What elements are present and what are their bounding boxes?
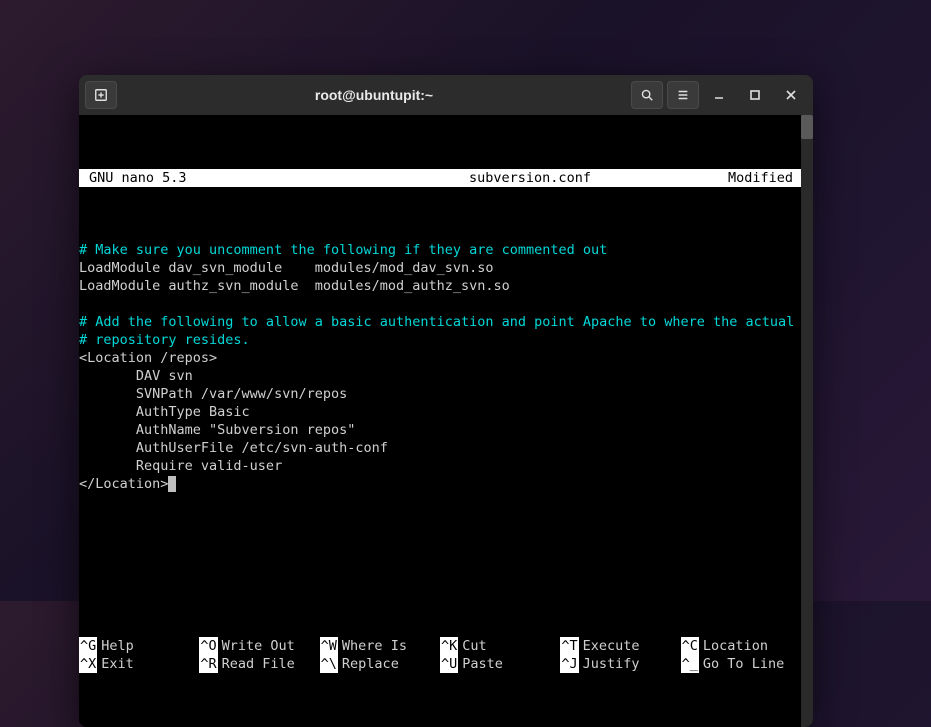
menu-button[interactable]: [667, 81, 699, 109]
shortcut-label: Help: [101, 637, 134, 655]
terminal-body: GNU nano 5.3 subversion.conf Modified # …: [79, 115, 813, 727]
minimize-button[interactable]: [703, 81, 735, 109]
shortcut-label: Exit: [101, 655, 134, 673]
shortcut-item: ^UPaste: [440, 655, 560, 673]
shortcut-item: ^XExit: [79, 655, 199, 673]
shortcut-item: ^KCut: [440, 637, 560, 655]
shortcut-item: ^R Read File: [199, 655, 319, 673]
shortcut-key: ^U: [440, 655, 458, 673]
shortcut-label: Justify: [583, 655, 640, 673]
shortcut-label: Where Is: [342, 637, 407, 655]
nano-filename: subversion.conf: [381, 169, 679, 187]
shortcut-item: ^J Justify: [560, 655, 680, 673]
shortcut-key: ^X: [79, 655, 97, 673]
shortcut-key: ^J: [560, 655, 578, 673]
editor-line: Require valid-user: [79, 457, 801, 475]
shortcut-key: ^O: [199, 637, 217, 655]
shortcut-key: ^C: [681, 637, 699, 655]
editor-line: # Add the following to allow a basic aut…: [79, 313, 801, 331]
terminal-window: root@ubuntupit:~: [79, 75, 813, 727]
shortcut-item: ^T Execute: [560, 637, 680, 655]
editor-line: [79, 295, 801, 313]
nano-shortcut-bar: ^GHelp^OWrite Out^WWhere Is^KCut^TExecut…: [79, 637, 801, 673]
titlebar: root@ubuntupit:~: [79, 75, 813, 115]
editor-line: [79, 547, 801, 565]
scrollbar-thumb[interactable]: [801, 115, 813, 139]
shortcut-item: ^\Replace: [320, 655, 440, 673]
shortcut-key: ^K: [440, 637, 458, 655]
shortcut-key: ^T: [560, 637, 578, 655]
shortcut-label: Write Out: [222, 637, 295, 655]
shortcut-key: ^G: [79, 637, 97, 655]
close-button[interactable]: [775, 81, 807, 109]
shortcut-item: ^O Write Out: [199, 637, 319, 655]
editor-line: [79, 529, 801, 547]
shortcut-label: Read File: [222, 655, 295, 673]
shortcut-item: ^GHelp: [79, 637, 199, 655]
nano-state: Modified: [679, 169, 799, 187]
search-button[interactable]: [631, 81, 663, 109]
shortcut-item: ^WWhere Is: [320, 637, 440, 655]
shortcut-label: Execute: [583, 637, 640, 655]
editor-line: # repository resides.: [79, 331, 801, 349]
editor-line: AuthName "Subversion repos": [79, 421, 801, 439]
nano-app-name: GNU nano 5.3: [81, 169, 381, 187]
shortcut-label: Paste: [462, 655, 503, 673]
window-title: root@ubuntupit:~: [117, 87, 631, 103]
shortcut-key: ^R: [199, 655, 217, 673]
scrollbar[interactable]: [801, 115, 813, 727]
shortcut-item: ^_Go To Line: [681, 655, 801, 673]
editor-line: <Location /repos>: [79, 349, 801, 367]
editor-line: AuthType Basic: [79, 403, 801, 421]
editor-line: </Location>: [79, 475, 801, 493]
editor-line: LoadModule authz_svn_module modules/mod_…: [79, 277, 801, 295]
shortcut-label: Location: [703, 637, 768, 655]
shortcut-key: ^\: [320, 655, 338, 673]
shortcut-label: Cut: [462, 637, 486, 655]
editor-line: [79, 493, 801, 511]
editor-line: SVNPath /var/www/svn/repos: [79, 385, 801, 403]
editor-line: [79, 511, 801, 529]
editor-line: DAV svn: [79, 367, 801, 385]
shortcut-item: ^CLocation: [681, 637, 801, 655]
shortcut-key: ^W: [320, 637, 338, 655]
new-tab-button[interactable]: [85, 81, 117, 109]
shortcut-label: Replace: [342, 655, 399, 673]
cursor: [168, 476, 176, 492]
editor-line: [79, 565, 801, 583]
shortcut-key: ^_: [681, 655, 699, 673]
editor-line: LoadModule dav_svn_module modules/mod_da…: [79, 259, 801, 277]
shortcut-label: Go To Line: [703, 655, 784, 673]
terminal-content[interactable]: GNU nano 5.3 subversion.conf Modified # …: [79, 115, 801, 727]
maximize-button[interactable]: [739, 81, 771, 109]
editor-line: AuthUserFile /etc/svn-auth-conf: [79, 439, 801, 457]
editor-area[interactable]: # Make sure you uncomment the following …: [79, 241, 801, 583]
editor-line: # Make sure you uncomment the following …: [79, 241, 801, 259]
nano-status-bar: GNU nano 5.3 subversion.conf Modified: [79, 169, 801, 187]
